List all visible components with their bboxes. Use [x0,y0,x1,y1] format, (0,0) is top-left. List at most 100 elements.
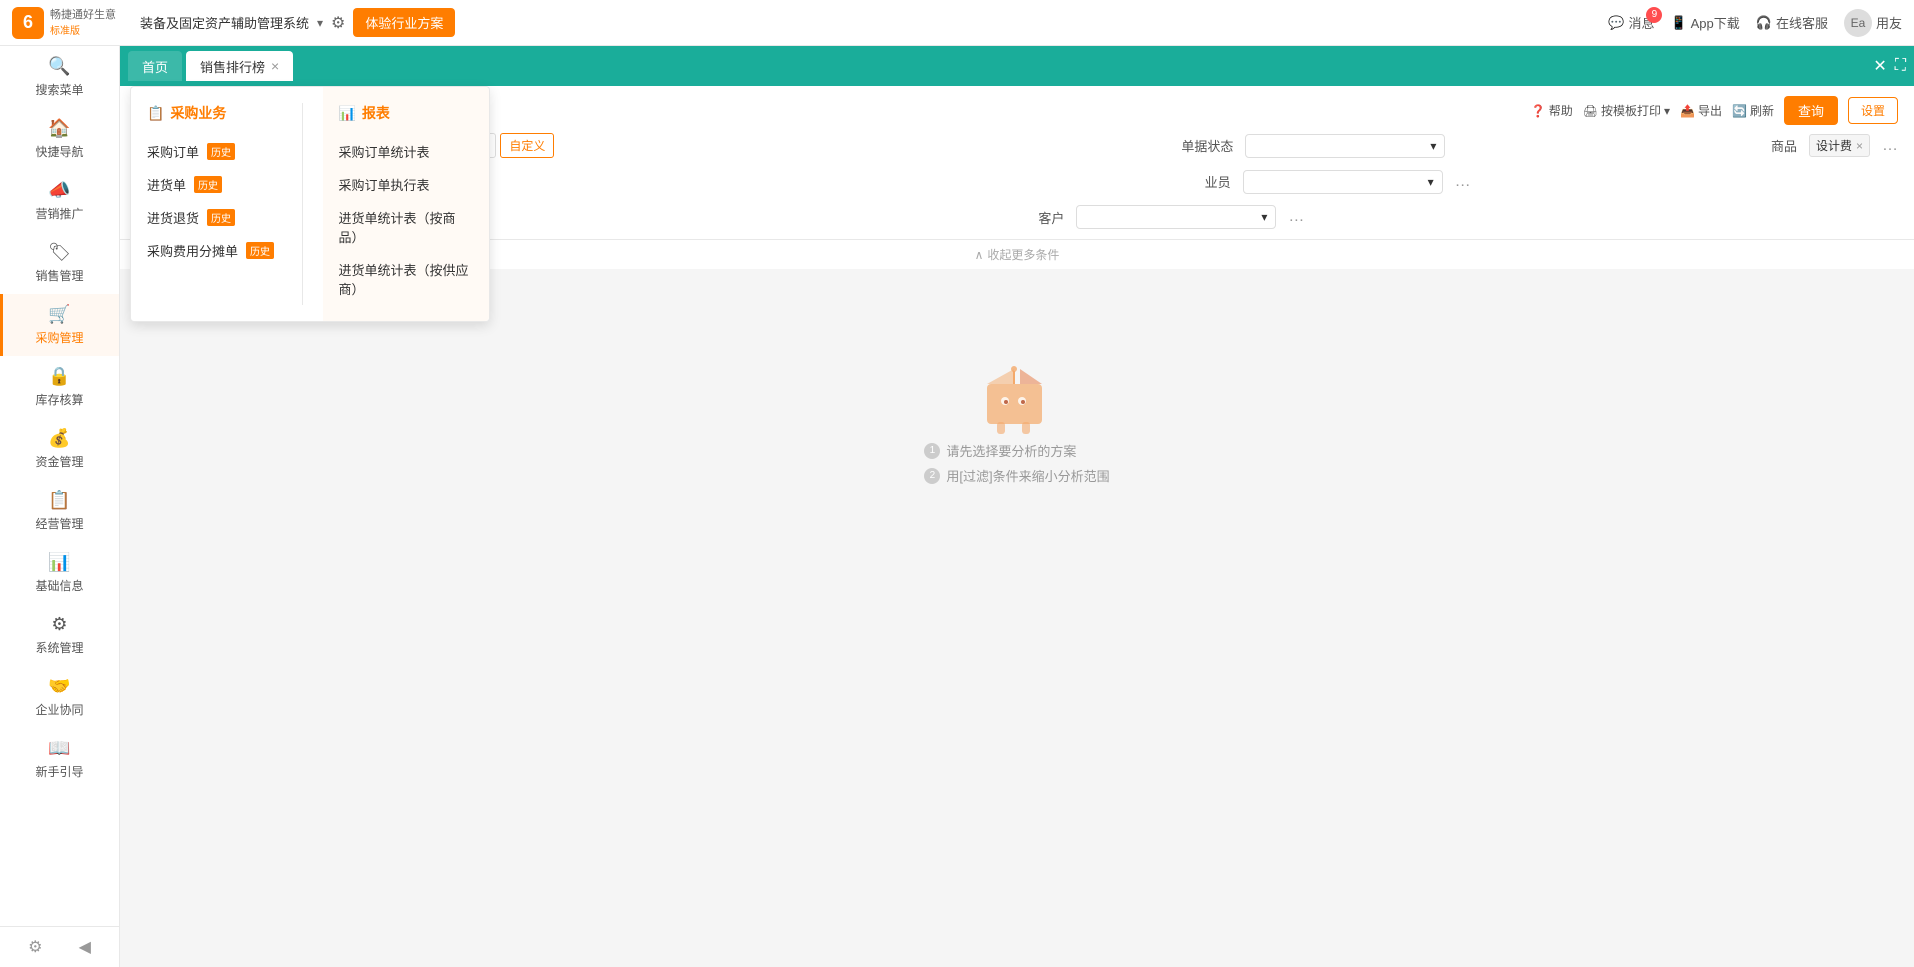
sidebar-item-inventory[interactable]: 🔒 库存核算 [0,356,119,418]
dropdown-item-purchase-order[interactable]: 采购订单 历史 [147,135,282,168]
purchase-col-label: 采购业务 [170,103,226,123]
sidebar-label-sales: 销售管理 [35,267,83,284]
dropdown-item-purchase-order-label: 采购订单 [147,142,199,161]
query-btn[interactable]: 查询 [1784,96,1838,125]
notification-badge: 9 [1646,7,1662,23]
sidebar-item-corp[interactable]: 🤝 企业协同 [0,666,119,728]
dropdown-item-report-po-stat[interactable]: 采购订单统计表 [339,135,474,168]
sidebar-item-search[interactable]: 🔍 搜索菜单 [0,46,119,108]
customer-label: 客户 [1038,208,1064,227]
top-header: 6 畅捷通好生意 标准版 装备及固定资产辅助管理系统 ▾ ⚙ 体验行业方案 💬 … [0,0,1914,46]
sidebar-item-purchase[interactable]: 🛒 采购管理 [0,294,119,356]
user-item[interactable]: Ea 用友 [1844,9,1902,37]
logo-badge: 标准版 [50,22,116,37]
empty-illustration [967,349,1067,429]
finance-icon: 💰 [48,428,70,449]
industry-btn[interactable]: 体验行业方案 [353,8,455,37]
sidebar-item-operations[interactable]: 📋 经营管理 [0,480,119,542]
dropdown-menu: 📋 采购业务 采购订单 历史 进货单 历史 进货退货 历史 采购费用分摊单 历史 [130,86,490,322]
sidebar-label-finance: 资金管理 [35,453,83,470]
system-name: 装备及固定资产辅助管理系统 [140,13,309,32]
username-label: 用友 [1876,13,1902,32]
history-badge-4: 历史 [246,242,274,259]
home-icon: 🏠 [48,118,70,139]
app-download-label: App下载 [1691,13,1740,32]
operations-icon: 📋 [48,490,70,511]
newbie-icon: 📖 [48,738,70,759]
sidebar-label-marketing: 营销推广 [35,205,83,222]
quick-custom-btn[interactable]: 自定义 [500,133,554,158]
history-badge-1: 历史 [207,143,235,160]
customer-ellipsis-btn[interactable]: … [1288,208,1304,226]
sidebar-item-sales[interactable]: 🏷 销售管理 [0,232,119,294]
history-badge-3: 历史 [207,209,235,226]
salesperson-ellipsis-btn[interactable]: … [1455,173,1471,191]
dropdown-item-purchase-expense-label: 采购费用分摊单 [147,241,238,260]
collapse-icon: ∧ [975,248,984,262]
tab-close-window-btn[interactable]: ✕ [1873,56,1886,76]
settings-filter-btn[interactable]: 设置 [1848,97,1898,124]
sidebar-item-system[interactable]: ⚙ 系统管理 [0,604,119,666]
doc-status-select[interactable]: ▾ [1245,134,1445,158]
system-dropdown-btn[interactable]: ▾ [317,16,323,30]
dropdown-item-report-po-exec-label: 采购订单执行表 [339,175,430,194]
sidebar: 🔍 搜索菜单 🏠 快捷导航 📣 营销推广 🏷 销售管理 🛒 采购管理 🔒 库存核… [0,46,120,967]
basic-icon: 📊 [48,552,70,573]
dropdown-item-purchase-expense[interactable]: 采购费用分摊单 历史 [147,234,282,267]
export-btn[interactable]: 📤 导出 [1680,102,1722,119]
refresh-btn[interactable]: 🔄 刷新 [1732,102,1774,119]
goods-label: 商品 [1771,136,1797,155]
goods-tag: 设计费 × [1809,134,1870,157]
sidebar-item-finance[interactable]: 💰 资金管理 [0,418,119,480]
help-btn[interactable]: ❓ 帮助 [1531,102,1573,119]
notification-icon: 💬 [1608,15,1624,31]
print-btn[interactable]: 🖨 按模板打印 ▾ [1583,102,1670,119]
online-service-item[interactable]: 🎧 在线客服 [1756,13,1828,32]
purchase-col-title: 📋 采购业务 [147,103,282,123]
tab-sales-rank[interactable]: 销售排行榜 × [186,51,293,81]
goods-ellipsis-btn[interactable]: … [1882,137,1898,155]
sidebar-item-marketing[interactable]: 📣 营销推广 [0,170,119,232]
dropdown-item-report-goods-stat[interactable]: 进货单统计表（按商品） [339,201,474,253]
dropdown-columns: 📋 采购业务 采购订单 历史 进货单 历史 进货退货 历史 采购费用分摊单 历史 [147,103,473,305]
tab-home[interactable]: 首页 [128,51,182,81]
refresh-label: 刷新 [1750,102,1774,119]
goods-tag-close[interactable]: × [1856,139,1863,153]
collapse-label: 收起更多条件 [987,246,1059,263]
dropdown-item-report-po-exec[interactable]: 采购订单执行表 [339,168,474,201]
dropdown-item-report-supplier-stat[interactable]: 进货单统计表（按供应商） [339,253,474,305]
app-download-item[interactable]: 📱 App下载 [1670,13,1739,32]
megaphone-icon: 📣 [48,180,70,201]
dropdown-item-purchase-receipt[interactable]: 进货单 历史 [147,168,282,201]
report-col-icon: 📊 [339,105,356,122]
header-gear-btn[interactable]: ⚙ [331,13,345,33]
sidebar-collapse-btn[interactable]: ◀ [79,937,91,957]
customer-select[interactable]: ▾ [1076,205,1276,229]
export-icon: 📤 [1680,104,1695,118]
purchase-col: 📋 采购业务 采购订单 历史 进货单 历史 进货退货 历史 采购费用分摊单 历史 [147,103,282,305]
tab-maximize-btn[interactable]: ⛶ [1895,56,1906,76]
dropdown-item-purchase-receipt-label: 进货单 [147,175,186,194]
header-middle: 装备及固定资产辅助管理系统 ▾ ⚙ 体验行业方案 [132,8,1608,37]
headset-icon: 🎧 [1756,15,1772,31]
export-label: 导出 [1698,102,1722,119]
sidebar-settings-btn[interactable]: ⚙ [28,937,42,957]
goods-tag-text: 设计费 [1816,137,1852,154]
sidebar-item-basic[interactable]: 📊 基础信息 [0,542,119,604]
sidebar-label-basic: 基础信息 [35,577,83,594]
dropdown-item-report-supplier-stat-label: 进货单统计表（按供应商） [339,260,474,298]
sidebar-item-quicknav[interactable]: 🏠 快捷导航 [0,108,119,170]
tab-bar: 首页 销售排行榜 × ✕ ⛶ [120,46,1914,86]
notification-item[interactable]: 💬 9 消息 [1608,13,1654,32]
tab-bar-right: ✕ ⛶ [1873,56,1906,76]
salesperson-select[interactable]: ▾ [1243,170,1443,194]
tab-close-btn[interactable]: × [271,58,279,74]
collapse-btn[interactable]: ∧ 收起更多条件 [975,246,1060,263]
inventory-icon: 🔒 [48,366,70,387]
print-icon: 🖨 [1583,104,1598,118]
tab-sales-rank-label: 销售排行榜 [200,57,265,76]
online-service-label: 在线客服 [1776,13,1828,32]
tip-num-2: 2 [924,468,940,484]
sidebar-item-newbie[interactable]: 📖 新手引导 [0,728,119,790]
dropdown-item-purchase-return[interactable]: 进货退货 历史 [147,201,282,234]
